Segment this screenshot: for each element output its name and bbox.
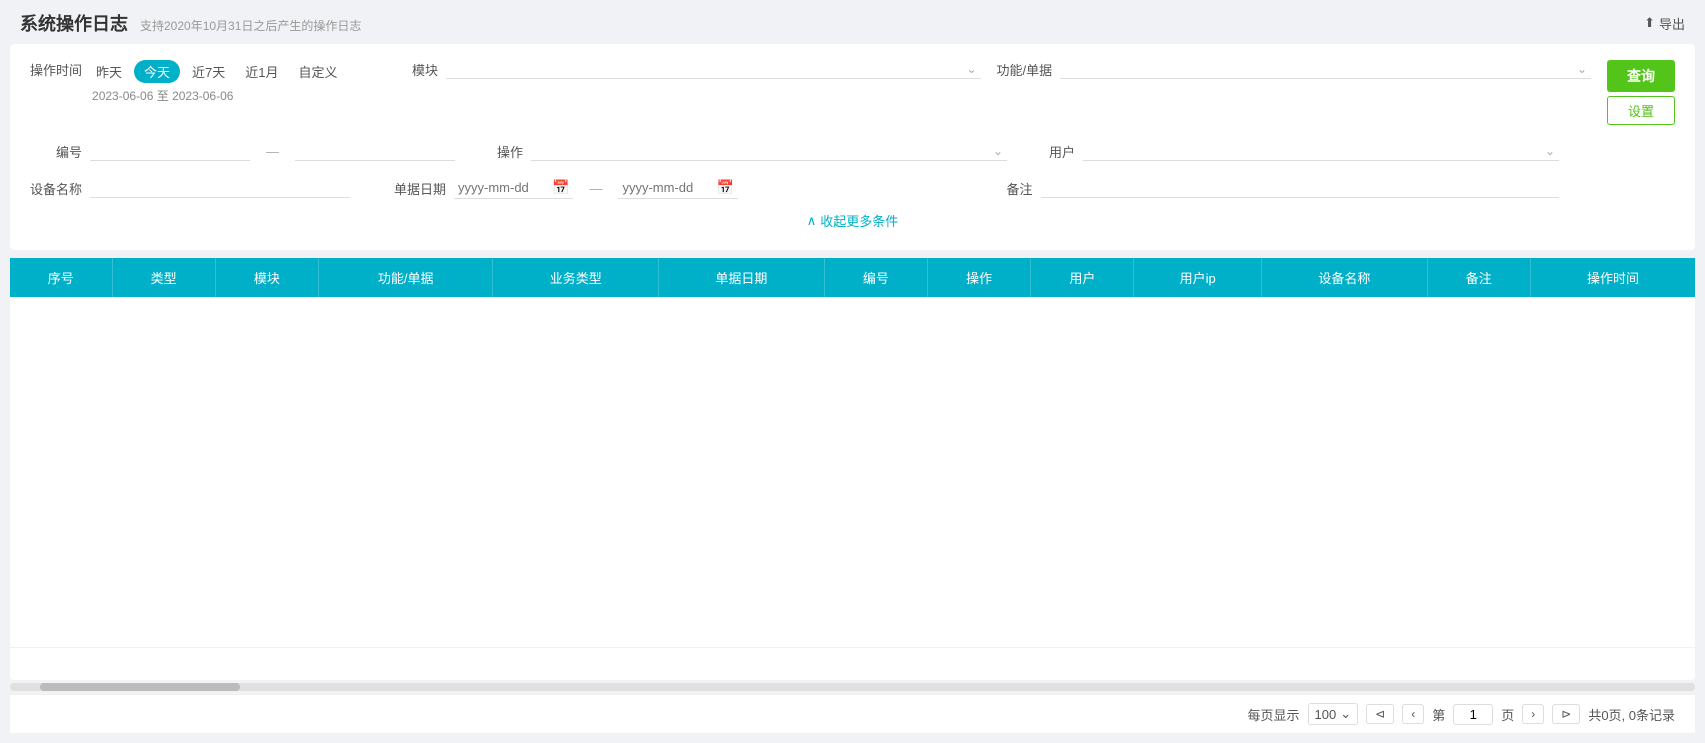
settings-button[interactable]: 设置: [1607, 96, 1675, 125]
number-label: 编号: [30, 142, 82, 161]
module-chevron-icon: ⌄: [966, 62, 976, 76]
module-label: 模块: [386, 60, 438, 79]
page-number-input[interactable]: [1453, 704, 1493, 725]
total-info: 共0页, 0条记录: [1588, 705, 1675, 724]
time-btn-1month[interactable]: 近1月: [237, 60, 286, 83]
page-size-value: 100: [1315, 707, 1337, 722]
data-table: 序号 类型 模块 功能/单据 业务类型 单据日期 编号 操作 用户 用户ip 设…: [10, 258, 1695, 648]
operation-label: 操作: [471, 142, 523, 161]
page-unit: 页: [1501, 705, 1514, 724]
date-range-display: 2023-06-06 至 2023-06-06: [88, 87, 346, 104]
device-input[interactable]: [90, 178, 350, 198]
number-dash: —: [266, 144, 279, 159]
page-subtitle: 支持2020年10月31日之后产生的操作日志: [140, 17, 361, 34]
table-header-row: 序号 类型 模块 功能/单据 业务类型 单据日期 编号 操作 用户 用户ip 设…: [10, 258, 1695, 297]
calendar-end-icon[interactable]: 📅: [716, 179, 733, 196]
col-document-date: 单据日期: [659, 258, 825, 297]
date-start-input[interactable]: [458, 180, 548, 195]
user-chevron-icon: ⌄: [1545, 144, 1555, 158]
calendar-start-icon[interactable]: 📅: [552, 179, 569, 196]
next-page-button[interactable]: ›: [1522, 704, 1544, 724]
time-btn-yesterday[interactable]: 昨天: [88, 60, 130, 83]
time-btn-7days[interactable]: 近7天: [184, 60, 233, 83]
col-function: 功能/单据: [319, 258, 493, 297]
collapse-label: 收起更多条件: [820, 211, 898, 230]
col-device-name: 设备名称: [1261, 258, 1427, 297]
scroll-area[interactable]: [10, 680, 1695, 694]
date-end-input[interactable]: [622, 180, 712, 195]
remark-label: 备注: [981, 179, 1033, 198]
col-business-type: 业务类型: [493, 258, 659, 297]
date-dash: —: [589, 181, 602, 196]
col-operation-time: 操作时间: [1530, 258, 1695, 297]
page-label: 第: [1432, 705, 1445, 724]
operation-time-label: 操作时间: [30, 60, 82, 79]
number-start-input[interactable]: [90, 141, 250, 161]
query-button[interactable]: 查询: [1607, 60, 1675, 92]
scroll-track: [10, 683, 1695, 691]
date-end-wrap: 📅: [618, 177, 737, 199]
col-module: 模块: [215, 258, 318, 297]
per-page-label: 每页显示: [1248, 705, 1300, 724]
col-type: 类型: [112, 258, 215, 297]
document-date-label: 单据日期: [386, 179, 446, 198]
user-label: 用户: [1023, 142, 1075, 161]
function-select[interactable]: ⌄: [1060, 60, 1591, 79]
export-button[interactable]: ⬆ 导出: [1644, 14, 1685, 33]
prev-page-button[interactable]: ‹: [1402, 704, 1424, 724]
col-number: 编号: [824, 258, 927, 297]
col-index: 序号: [10, 258, 112, 297]
operation-select[interactable]: ⌄: [531, 142, 1007, 161]
time-btn-today[interactable]: 今天: [134, 60, 180, 83]
col-remark: 备注: [1427, 258, 1530, 297]
user-select[interactable]: ⌄: [1083, 142, 1559, 161]
function-chevron-icon: ⌄: [1577, 62, 1587, 76]
collapse-up-icon: ∧: [807, 213, 817, 229]
first-page-button[interactable]: ⊲: [1366, 704, 1394, 724]
device-label: 设备名称: [30, 179, 82, 198]
function-label: 功能/单据: [997, 60, 1053, 79]
col-operation: 操作: [927, 258, 1030, 297]
action-buttons: 查询 设置: [1607, 60, 1675, 125]
export-label: 导出: [1659, 14, 1685, 33]
scroll-thumb[interactable]: [40, 683, 240, 691]
pagination-bar: 每页显示 100 ⌄ ⊲ ‹ 第 页 › ⊳ 共0页, 0条记录: [10, 694, 1695, 733]
module-select[interactable]: ⌄: [446, 60, 981, 79]
filter-area: 操作时间 昨天 今天 近7天 近1月 自定义 2023-06-06 至 2023…: [10, 44, 1695, 250]
remark-input[interactable]: [1041, 178, 1560, 198]
time-filter-group: 昨天 今天 近7天 近1月 自定义: [88, 60, 346, 83]
number-end-input[interactable]: [295, 141, 455, 161]
col-user-ip: 用户ip: [1134, 258, 1262, 297]
operation-chevron-icon: ⌄: [993, 144, 1003, 158]
table-wrapper: 序号 类型 模块 功能/单据 业务类型 单据日期 编号 操作 用户 用户ip 设…: [10, 258, 1695, 680]
export-icon: ⬆: [1644, 15, 1655, 31]
collapse-button[interactable]: ∧ 收起更多条件: [795, 207, 911, 234]
page-size-select[interactable]: 100 ⌄: [1308, 703, 1359, 725]
page-title: 系统操作日志: [20, 10, 128, 36]
last-page-button[interactable]: ⊳: [1552, 704, 1580, 724]
time-btn-custom[interactable]: 自定义: [291, 60, 346, 83]
page-size-chevron-icon: ⌄: [1340, 706, 1351, 722]
table-body: [10, 297, 1695, 647]
col-user: 用户: [1031, 258, 1134, 297]
date-start-wrap: 📅: [454, 177, 573, 199]
